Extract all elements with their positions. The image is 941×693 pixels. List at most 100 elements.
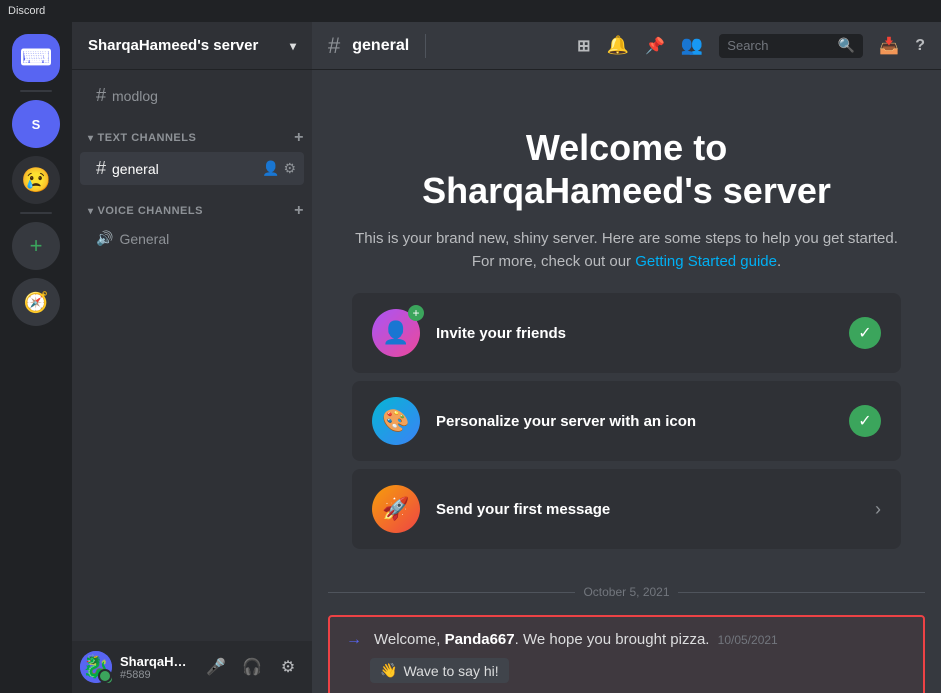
channel-header-name: general	[352, 37, 409, 55]
welcome-section: Welcome toSharqaHameed's server This is …	[312, 86, 941, 293]
threads-icon[interactable]: ⊞	[577, 36, 590, 56]
header-icons: ⊞ 🔔 📌 👥 🔍 📥 ?	[577, 34, 925, 58]
message-icon: 🚀	[372, 485, 420, 533]
channel-list: # modlog ▾ TEXT CHANNELS + # general 👤 ⚙…	[72, 70, 312, 641]
hash-icon-2: #	[96, 158, 106, 179]
add-voice-channel-button[interactable]: +	[294, 202, 304, 220]
voice-channel-item-general[interactable]: 🔊 General	[80, 225, 304, 252]
server-icon-emoji1[interactable]: 😢	[12, 156, 60, 204]
date-line-left	[328, 592, 575, 593]
app-title: Discord	[8, 5, 45, 17]
server-separator-2	[20, 212, 52, 214]
onboarding-cards: 👤 + Invite your friends ✓ 🎨 Personalize …	[312, 293, 941, 569]
getting-started-link[interactable]: Getting Started guide	[635, 253, 777, 270]
date-line-right	[678, 592, 925, 593]
plus-icon: +	[30, 233, 43, 259]
welcome-message-container: → Welcome, Panda667. We hope you brought…	[328, 615, 925, 693]
channel-item-general[interactable]: # general 👤 ⚙	[80, 152, 304, 185]
message-timestamp: 10/05/2021	[718, 633, 778, 647]
user-panel: 🐉 SharqaHam... #5889 🎤 🎧 ⚙	[72, 641, 312, 693]
server-separator	[20, 90, 52, 92]
settings-icon[interactable]: ⚙	[283, 160, 296, 177]
invite-icon: 👤 +	[372, 309, 420, 357]
message-content: Welcome, Panda667. We hope you brought p…	[374, 629, 778, 650]
help-icon[interactable]: ?	[915, 37, 925, 55]
username-mention: Panda667	[445, 631, 515, 648]
wave-label: Wave to say hi!	[403, 663, 498, 679]
person-icon: 👤	[382, 320, 409, 346]
server-sidebar: ⌨ S 😢 + 🧭	[0, 22, 72, 693]
server-icon-sharqa[interactable]: S	[12, 100, 60, 148]
user-controls: 🎤 🎧 ⚙	[200, 651, 304, 683]
emoji-server-icon: 😢	[21, 166, 51, 195]
channel-actions: 👤 ⚙	[262, 160, 296, 177]
invite-label: Invite your friends	[436, 325, 833, 342]
personalize-label: Personalize your server with an icon	[436, 413, 833, 430]
hash-icon: #	[96, 85, 106, 106]
plus-badge: +	[408, 305, 424, 321]
user-settings-button[interactable]: ⚙	[272, 651, 304, 683]
arrow-icon: →	[346, 631, 362, 649]
date-text: October 5, 2021	[583, 585, 669, 599]
wave-button[interactable]: 👋 Wave to say hi!	[370, 658, 509, 683]
user-avatar[interactable]: 🐉	[80, 651, 112, 683]
channel-name-general: general	[112, 161, 159, 177]
server-header[interactable]: SharqaHameed's server ▾	[72, 22, 312, 70]
search-input[interactable]	[727, 38, 834, 53]
deafen-button[interactable]: 🎧	[236, 651, 268, 683]
send-message-card[interactable]: 🚀 Send your first message ›	[352, 469, 901, 549]
channel-sidebar: SharqaHameed's server ▾ # modlog ▾ TEXT …	[72, 22, 312, 693]
date-separator: October 5, 2021	[312, 577, 941, 607]
inbox-icon[interactable]: 📥	[879, 36, 899, 56]
explore-servers-button[interactable]: 🧭	[12, 278, 60, 326]
personalize-icon: 🎨	[372, 397, 420, 445]
rocket-icon: 🚀	[382, 496, 409, 522]
search-box[interactable]: 🔍	[719, 34, 863, 58]
members-icon[interactable]: 👥	[681, 35, 703, 56]
discord-logo-icon: ⌨	[20, 45, 52, 71]
wave-emoji: 👋	[380, 662, 397, 679]
user-discriminator: #5889	[120, 669, 192, 681]
channel-item-modlog[interactable]: # modlog	[80, 79, 304, 112]
invite-check: ✓	[849, 317, 881, 349]
category-label: TEXT CHANNELS	[98, 132, 197, 144]
text-channels-category[interactable]: ▾ TEXT CHANNELS +	[72, 113, 312, 151]
palette-icon: 🎨	[382, 408, 409, 434]
personalize-check: ✓	[849, 405, 881, 437]
compass-icon: 🧭	[24, 290, 49, 315]
channel-header: # general ⊞ 🔔 📌 👥 🔍 📥 ?	[312, 22, 941, 70]
online-indicator	[102, 673, 114, 685]
voice-category-label: VOICE CHANNELS	[98, 205, 203, 217]
add-member-icon[interactable]: 👤	[262, 160, 279, 177]
header-separator	[425, 34, 426, 58]
personalize-card[interactable]: 🎨 Personalize your server with an icon ✓	[352, 381, 901, 461]
pin-icon[interactable]: 📌	[645, 36, 665, 56]
server-icon-main[interactable]: ⌨	[12, 34, 60, 82]
title-bar: Discord	[0, 0, 941, 22]
voice-channel-name: General	[119, 231, 169, 247]
chevron-right-icon: ›	[875, 499, 881, 520]
welcome-title: Welcome toSharqaHameed's server	[352, 126, 901, 212]
main-content: # general ⊞ 🔔 📌 👥 🔍 📥 ? Welcome	[312, 22, 941, 693]
welcome-message: → Welcome, Panda667. We hope you brought…	[346, 629, 907, 650]
add-text-channel-button[interactable]: +	[294, 129, 304, 147]
chevron-down-icon: ▾	[290, 39, 296, 53]
invite-friends-card[interactable]: 👤 + Invite your friends ✓	[352, 293, 901, 373]
voice-channels-category[interactable]: ▾ VOICE CHANNELS +	[72, 186, 312, 224]
welcome-subtitle: This is your brand new, shiny server. He…	[352, 228, 901, 273]
add-server-button[interactable]: +	[12, 222, 60, 270]
avatar-emoji: 🐉	[80, 651, 112, 683]
channel-header-hash-icon: #	[328, 33, 340, 59]
chat-area: Welcome toSharqaHameed's server This is …	[312, 70, 941, 693]
server-name-title: SharqaHameed's server	[422, 170, 831, 211]
server-name: SharqaHameed's server	[88, 37, 258, 54]
collapse-icon-2: ▾	[88, 206, 94, 217]
message-label: Send your first message	[436, 501, 859, 518]
user-info: SharqaHam... #5889	[120, 654, 192, 681]
speaker-icon: 🔊	[96, 230, 113, 247]
welcome-msg-text: Welcome, Panda667. We hope you brought p…	[374, 631, 778, 648]
username: SharqaHam...	[120, 654, 192, 669]
search-icon: 🔍	[838, 37, 855, 54]
mute-button[interactable]: 🎤	[200, 651, 232, 683]
notification-icon[interactable]: 🔔	[607, 35, 629, 56]
